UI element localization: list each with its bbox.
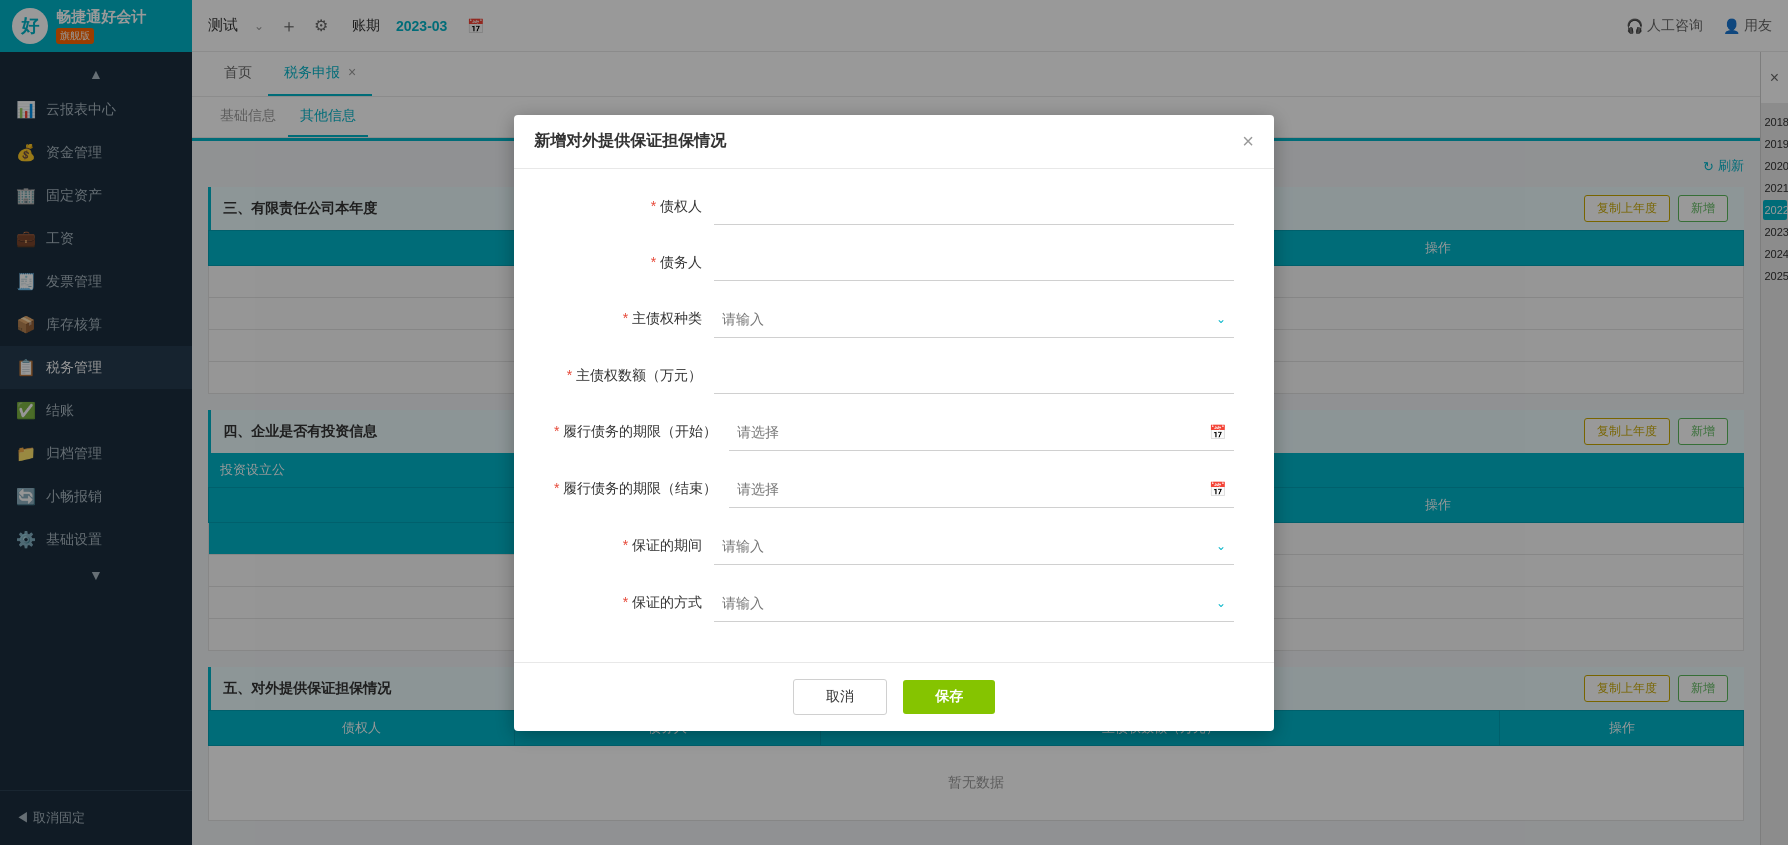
- label-zhaiwuren: * 债务人: [554, 254, 714, 272]
- calendar-end-icon[interactable]: 📅: [1201, 481, 1234, 497]
- form-row-date-start: * 履行债务的期限（开始） 📅: [554, 414, 1234, 451]
- modal-title: 新增对外提供保证担保情况: [534, 131, 726, 152]
- select-period-wrapper: ⌄: [714, 528, 1234, 565]
- form-row-shue: * 主债权数额（万元）: [554, 358, 1234, 394]
- form-row-period: * 保证的期间 ⌄: [554, 528, 1234, 565]
- label-date-end: * 履行债务的期限（结束）: [554, 480, 729, 498]
- form-row-zhaiquanren: * 债权人: [554, 189, 1234, 225]
- modal-close-button[interactable]: ×: [1242, 131, 1254, 151]
- required-star-3: *: [623, 310, 628, 326]
- form-row-method: * 保证的方式 ⌄: [554, 585, 1234, 622]
- label-period: * 保证的期间: [554, 537, 714, 555]
- input-zhaiquanren[interactable]: [714, 189, 1234, 225]
- select-method-wrapper: ⌄: [714, 585, 1234, 622]
- required-star-8: *: [623, 594, 628, 610]
- select-zhonglei-wrapper: ⌄: [714, 301, 1234, 338]
- select-method-arrow[interactable]: ⌄: [1208, 596, 1234, 610]
- modal-footer: 取消 保存: [514, 662, 1274, 731]
- label-zhaiquanren: * 债权人: [554, 198, 714, 216]
- required-star-7: *: [623, 537, 628, 553]
- save-button[interactable]: 保存: [903, 680, 995, 714]
- required-star: *: [651, 198, 656, 214]
- select-zhonglei-arrow[interactable]: ⌄: [1208, 312, 1234, 326]
- input-zhaiwuren[interactable]: [714, 245, 1234, 281]
- calendar-start-icon[interactable]: 📅: [1201, 424, 1234, 440]
- modal-overlay: 新增对外提供保证担保情况 × * 债权人 * 债务人: [0, 0, 1788, 845]
- date-start-input[interactable]: [729, 414, 1201, 450]
- select-method-input[interactable]: [714, 585, 1208, 621]
- label-zhonglei: * 主债权种类: [554, 310, 714, 328]
- required-star-2: *: [651, 254, 656, 270]
- cancel-button[interactable]: 取消: [793, 679, 887, 715]
- modal-dialog: 新增对外提供保证担保情况 × * 债权人 * 债务人: [514, 115, 1274, 731]
- select-period-input[interactable]: [714, 528, 1208, 564]
- form-row-zhonglei: * 主债权种类 ⌄: [554, 301, 1234, 338]
- form-row-zhaiwuren: * 债务人: [554, 245, 1234, 281]
- required-star-4: *: [567, 367, 572, 383]
- modal-header: 新增对外提供保证担保情况 ×: [514, 115, 1274, 169]
- label-date-start: * 履行债务的期限（开始）: [554, 423, 729, 441]
- label-method: * 保证的方式: [554, 594, 714, 612]
- date-end-wrapper: 📅: [729, 471, 1234, 508]
- required-star-6: *: [554, 480, 559, 496]
- select-period-arrow[interactable]: ⌄: [1208, 539, 1234, 553]
- required-star-5: *: [554, 423, 559, 439]
- label-shue: * 主债权数额（万元）: [554, 367, 714, 385]
- select-zhonglei-input[interactable]: [714, 301, 1208, 337]
- date-start-wrapper: 📅: [729, 414, 1234, 451]
- input-shue[interactable]: [714, 358, 1234, 394]
- form-row-date-end: * 履行债务的期限（结束） 📅: [554, 471, 1234, 508]
- date-end-input[interactable]: [729, 471, 1201, 507]
- modal-body: * 债权人 * 债务人 * 主债权种类: [514, 169, 1274, 662]
